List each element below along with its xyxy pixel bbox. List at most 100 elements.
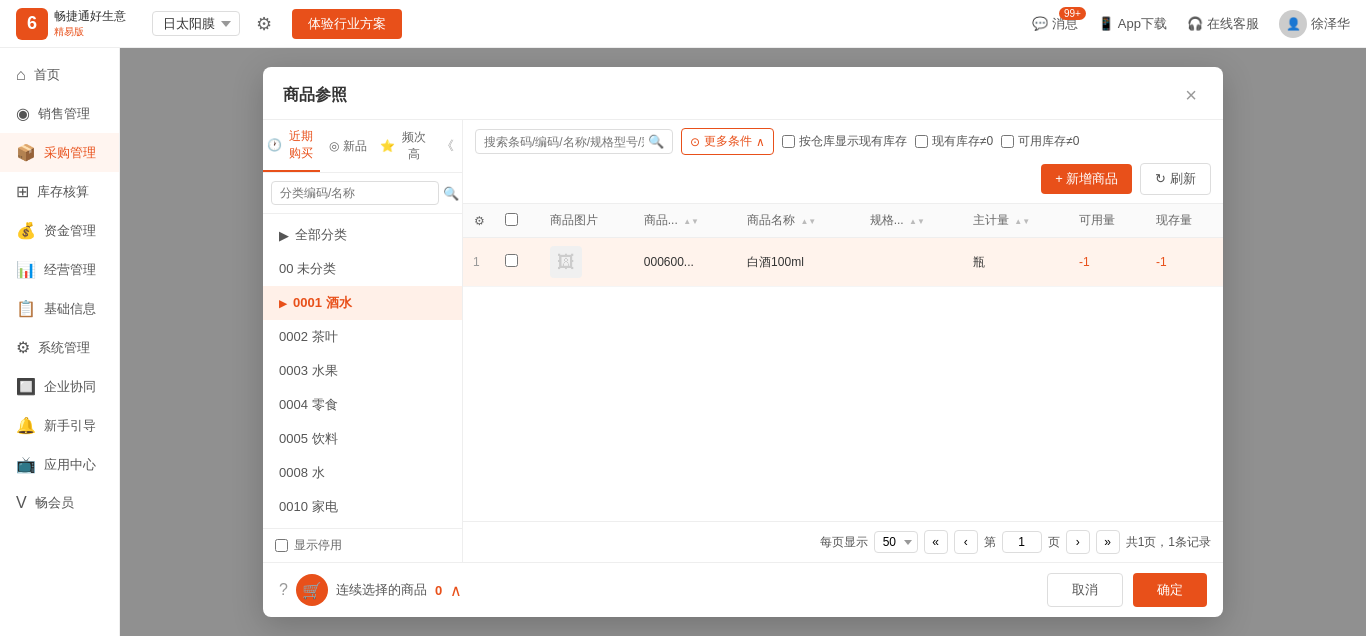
sidebar-item-guide[interactable]: 🔔 新手引导	[0, 406, 119, 445]
sidebar-item-members[interactable]: V 畅会员	[0, 484, 119, 522]
row-checkbox[interactable]	[505, 254, 518, 267]
operations-icon: 📊	[16, 260, 36, 279]
confirm-button[interactable]: 确定	[1133, 573, 1207, 607]
show-disabled-checkbox[interactable]: 显示停用	[263, 528, 462, 562]
category-tea[interactable]: 0002 茶叶	[263, 320, 462, 354]
page-number-input[interactable]	[1002, 531, 1042, 553]
right-panel: 🔍 ⊙ 更多条件 ∧ 按仓库显示现有库存	[463, 120, 1223, 562]
left-panel-search: 🔍	[263, 173, 462, 214]
guide-icon: 🔔	[16, 416, 36, 435]
modal-body: 🕐 近期购买 ◎ 新品 ⭐ 频次高 《	[263, 120, 1223, 562]
th-settings[interactable]: ⚙	[463, 204, 495, 238]
sidebar-item-enterprise[interactable]: 🔲 企业协同	[0, 367, 119, 406]
sidebar-item-operations[interactable]: 📊 经营管理	[0, 250, 119, 289]
product-image: 🖼	[550, 246, 582, 278]
td-unit: 瓶	[963, 238, 1069, 287]
nav-app-download[interactable]: 📱 App下载	[1098, 15, 1167, 33]
sidebar-item-home[interactable]: ⌂ 首页	[0, 56, 119, 94]
add-product-button[interactable]: + 新增商品	[1041, 164, 1132, 194]
category-water[interactable]: 0008 水	[263, 456, 462, 490]
pagination-last-button[interactable]: »	[1096, 530, 1120, 554]
sidebar-item-finance[interactable]: 💰 资金管理	[0, 211, 119, 250]
category-snacks[interactable]: 0004 零食	[263, 388, 462, 422]
left-panel-collapse-button[interactable]: 《	[433, 120, 462, 172]
th-unit[interactable]: 主计量 ▲▼	[963, 204, 1069, 238]
checkbox-by-warehouse[interactable]: 按仓库显示现有库存	[782, 133, 907, 150]
product-table: ⚙ 商品图片 商品... ▲▼	[463, 204, 1223, 287]
th-code[interactable]: 商品... ▲▼	[634, 204, 737, 238]
nav-customer-service[interactable]: 🎧 在线客服	[1187, 15, 1259, 33]
pagination-prev-button[interactable]: ‹	[954, 530, 978, 554]
nav-messages[interactable]: 💬 消息 99+	[1032, 15, 1078, 33]
td-rownum: 1	[463, 238, 495, 287]
purchase-icon: 📦	[16, 143, 36, 162]
checkbox-usable-nonzero-input[interactable]	[1001, 135, 1014, 148]
experience-button[interactable]: 体验行业方案	[292, 9, 402, 39]
star-icon: ⭐	[380, 139, 395, 153]
logo-icon: 6	[16, 8, 48, 40]
pagination-next-button[interactable]: ›	[1066, 530, 1090, 554]
message-badge: 99+	[1059, 7, 1086, 20]
product-search-input[interactable]	[484, 135, 644, 149]
sales-icon: ◉	[16, 104, 30, 123]
category-search-icon[interactable]: 🔍	[443, 186, 459, 201]
tab-frequent[interactable]: ⭐ 频次高	[376, 120, 433, 172]
sidebar-item-purchase[interactable]: 📦 采购管理	[0, 133, 119, 172]
gear-icon[interactable]: ⚙	[248, 8, 280, 40]
sidebar-item-basic-info[interactable]: 📋 基础信息	[0, 289, 119, 328]
th-stock: 现存量	[1146, 204, 1223, 238]
nav-user-profile[interactable]: 👤 徐泽华	[1279, 10, 1350, 38]
tab-recent-purchase[interactable]: 🕐 近期购买	[263, 120, 320, 172]
td-stock: -1	[1146, 238, 1223, 287]
left-panel: 🕐 近期购买 ◎ 新品 ⭐ 频次高 《	[263, 120, 463, 562]
selected-count: 0	[435, 583, 442, 598]
new-icon: ◎	[329, 139, 339, 153]
right-toolbar: 🔍 ⊙ 更多条件 ∧ 按仓库显示现有库存	[463, 120, 1223, 204]
modal-header: 商品参照 ×	[263, 67, 1223, 120]
nav-store-select[interactable]: 日太阳膜	[152, 11, 240, 36]
checkbox-available-nonzero-input[interactable]	[915, 135, 928, 148]
td-spec	[860, 238, 963, 287]
cancel-button[interactable]: 取消	[1047, 573, 1123, 607]
show-disabled-input[interactable]	[275, 539, 288, 552]
modal-close-button[interactable]: ×	[1179, 83, 1203, 107]
sidebar-item-inventory[interactable]: ⊞ 库存核算	[0, 172, 119, 211]
help-icon[interactable]: ?	[279, 581, 288, 599]
logo-text: 畅捷通好生意 精易版	[54, 9, 126, 38]
checkbox-available-nonzero[interactable]: 现有库存≠0	[915, 133, 993, 150]
finance-icon: 💰	[16, 221, 36, 240]
select-all-checkbox[interactable]	[505, 213, 518, 226]
modal-product-reference: 商品参照 × 🕐 近期购买 ◎	[263, 67, 1223, 617]
refresh-button[interactable]: ↻ 刷新	[1140, 163, 1211, 195]
top-nav: 6 畅捷通好生意 精易版 日太阳膜 ⚙ 体验行业方案 💬 消息 99+ 📱 Ap…	[0, 0, 1366, 48]
checkbox-by-warehouse-input[interactable]	[782, 135, 795, 148]
sidebar-item-sales[interactable]: ◉ 销售管理	[0, 94, 119, 133]
sort-icon: ▲▼	[683, 217, 699, 226]
category-uncategorized[interactable]: 00 未分类	[263, 252, 462, 286]
page-size-select[interactable]: 50	[874, 531, 918, 553]
sort-icon: ▲▼	[1014, 217, 1030, 226]
th-name[interactable]: 商品名称 ▲▼	[737, 204, 860, 238]
system-icon: ⚙	[16, 338, 30, 357]
category-liquor[interactable]: ▶ 0001 酒水	[263, 286, 462, 320]
collapse-selected-icon[interactable]: ∧	[450, 581, 462, 600]
sort-icon: ▲▼	[909, 217, 925, 226]
filter-button[interactable]: ⊙ 更多条件 ∧	[681, 128, 774, 155]
logo-area: 6 畅捷通好生意 精易版	[16, 8, 136, 40]
th-spec[interactable]: 规格... ▲▼	[860, 204, 963, 238]
category-drinks[interactable]: 0005 饮料	[263, 422, 462, 456]
category-all[interactable]: ▶ 全部分类	[263, 218, 462, 252]
cart-icon: 🛒	[296, 574, 328, 606]
phone-icon: 📱	[1098, 16, 1114, 31]
sidebar-item-system[interactable]: ⚙ 系统管理	[0, 328, 119, 367]
category-appliances[interactable]: 0010 家电	[263, 490, 462, 524]
tab-new-products[interactable]: ◎ 新品	[320, 120, 377, 172]
sidebar-item-apps[interactable]: 📺 应用中心	[0, 445, 119, 484]
table-row[interactable]: 1 🖼 000600... 白酒100ml 瓶	[463, 238, 1223, 287]
inventory-icon: ⊞	[16, 182, 29, 201]
pagination-first-button[interactable]: «	[924, 530, 948, 554]
category-fruit[interactable]: 0003 水果	[263, 354, 462, 388]
checkbox-usable-nonzero[interactable]: 可用库存≠0	[1001, 133, 1079, 150]
product-search-icon[interactable]: 🔍	[648, 134, 664, 149]
category-search-input[interactable]	[271, 181, 439, 205]
